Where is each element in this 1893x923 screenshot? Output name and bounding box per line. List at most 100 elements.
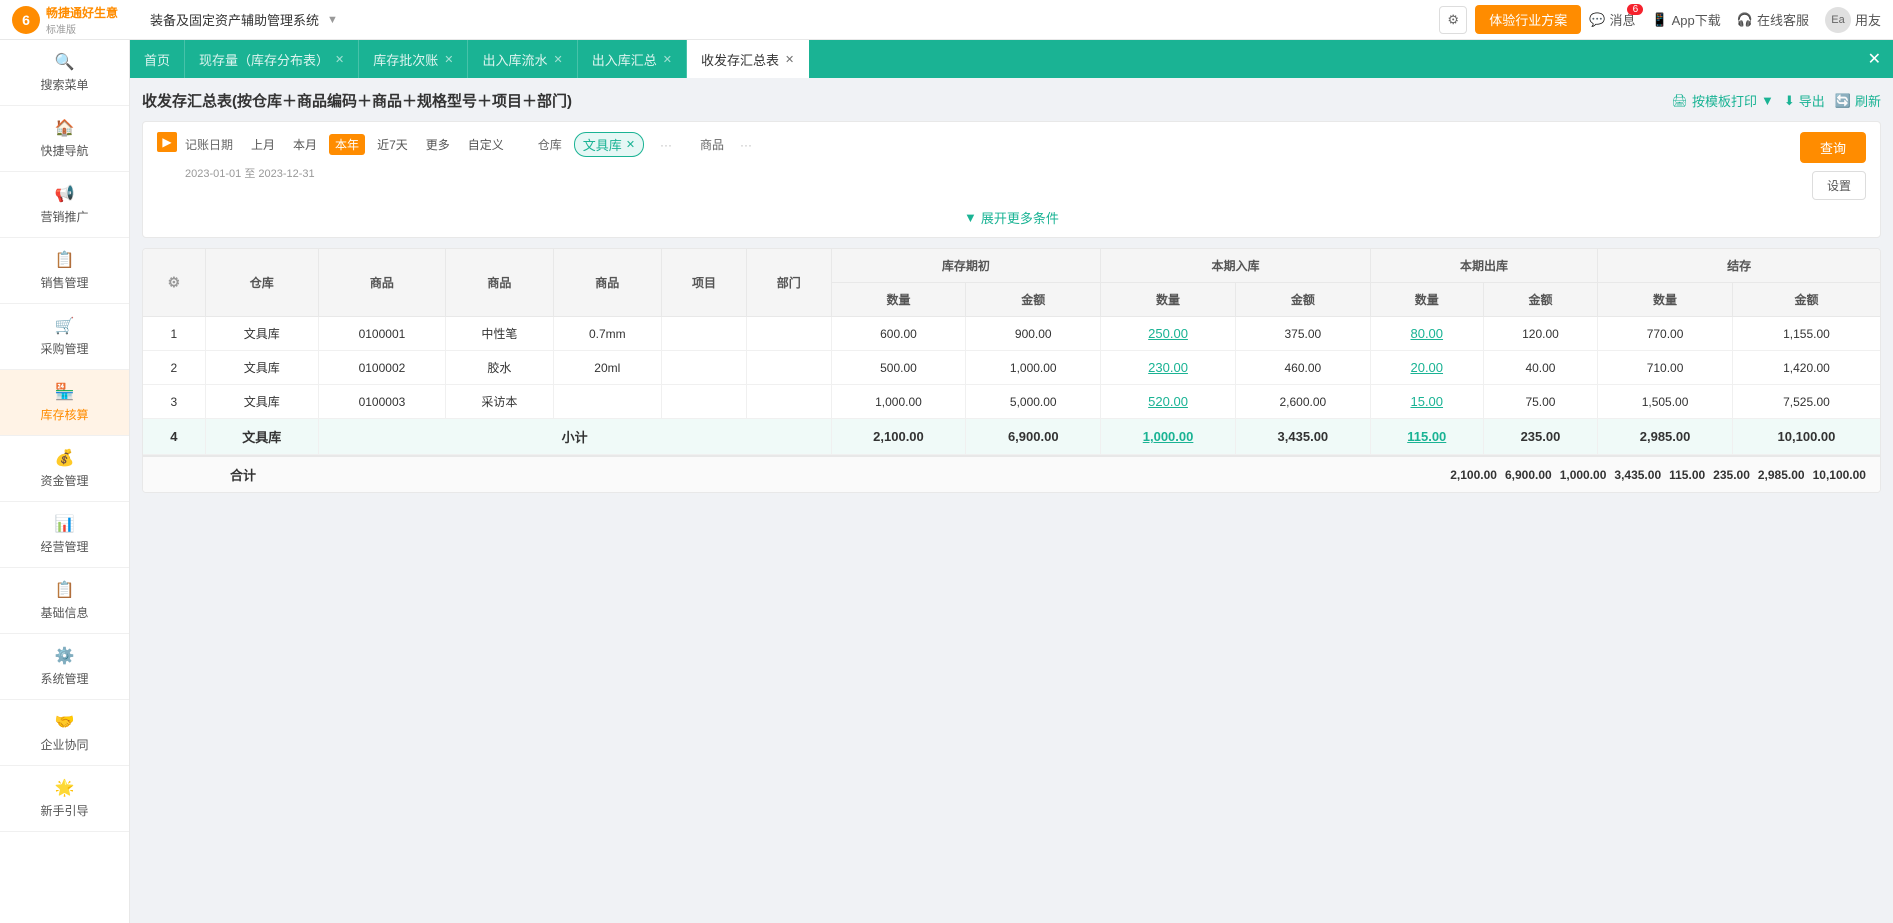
col-goods: 商品: [446, 249, 553, 317]
date-option-7days[interactable]: 近7天: [371, 134, 414, 155]
date-option-custom[interactable]: 自定义: [462, 134, 510, 155]
purchase-icon: 🛒: [55, 316, 75, 336]
in-qty-link[interactable]: 250.00: [1148, 326, 1188, 341]
set-button[interactable]: 设置: [1812, 171, 1866, 200]
sidebar-item-base[interactable]: 📋 基础信息: [0, 568, 129, 634]
in-qty-link[interactable]: 230.00: [1148, 360, 1188, 375]
app-download-button[interactable]: 📱 App下载: [1651, 10, 1720, 29]
total-open-amt: 6,900.00: [1501, 468, 1556, 482]
out-qty-link[interactable]: 80.00: [1410, 326, 1443, 341]
print-button[interactable]: 🖨 按模板打印 ▼: [1671, 91, 1773, 110]
warehouse-tag-close[interactable]: ✕: [626, 138, 635, 151]
total-out-qty: 115.00: [1665, 468, 1709, 482]
cell-in-amt: 460.00: [1235, 351, 1370, 385]
col-dept: 部门: [746, 249, 831, 317]
data-table: ⚙ 仓库 商品 商品 商品 项目 部门 库存期初 本期入库 本期出库: [142, 248, 1881, 493]
filter-section: ▶ 记账日期 上月 本月 本年 近7天 更多 自定义: [157, 132, 1866, 200]
sidebar-item-marketing[interactable]: 📢 营销推广: [0, 172, 129, 238]
table-row: 2 文具库 0100002 胶水 20ml 500.00 1,000.00 23…: [143, 351, 1880, 385]
sidebar-item-label: 库存核算: [40, 406, 88, 423]
sub-no: 4: [143, 419, 205, 455]
out-qty-link[interactable]: 20.00: [1410, 360, 1443, 375]
col-warehouse: 仓库: [205, 249, 318, 317]
message-icon: 💬: [1589, 12, 1605, 28]
sidebar-item-guide[interactable]: 🌟 新手引导: [0, 766, 129, 832]
top-bar: 6 畅捷通好生意 标准版 装备及固定资产辅助管理系统 ▼ ⚙ 体验行业方案 💬 …: [0, 0, 1893, 40]
tab-close-inout-sum[interactable]: ✕: [663, 53, 672, 66]
col-bal-amt: 金额: [1732, 283, 1880, 317]
export-button[interactable]: ⬇ 导出: [1784, 91, 1825, 110]
sidebar-item-enterprise[interactable]: 🤝 企业协同: [0, 700, 129, 766]
col-code: 商品: [318, 249, 445, 317]
out-qty-link[interactable]: 15.00: [1410, 394, 1443, 409]
tab-close-inout-flow[interactable]: ✕: [554, 53, 563, 66]
query-button[interactable]: 查询: [1800, 132, 1866, 163]
date-range: 2023-01-01 至 2023-12-31: [185, 165, 1792, 181]
footer-values: 2,100.00 6,900.00 1,000.00 3,435.00 115.…: [1446, 468, 1870, 482]
tab-batch[interactable]: 库存批次账 ✕: [359, 40, 468, 78]
sidebar-item-warehouse[interactable]: 🏪 库存核算: [0, 370, 129, 436]
sidebar-item-business[interactable]: 📊 经营管理: [0, 502, 129, 568]
guide-icon: 🌟: [55, 778, 75, 798]
date-option-year[interactable]: 本年: [329, 134, 365, 155]
sidebar-item-search[interactable]: 🔍 搜索菜单: [0, 40, 129, 106]
sidebar-item-label: 经营管理: [40, 538, 88, 555]
sidebar-item-finance[interactable]: 💰 资金管理: [0, 436, 129, 502]
goods-more[interactable]: ···: [740, 138, 752, 152]
sidebar-item-sales[interactable]: 📋 销售管理: [0, 238, 129, 304]
tab-recv-send[interactable]: 收发存汇总表 ✕: [687, 40, 809, 78]
col-group-open: 库存期初: [831, 249, 1101, 283]
date-option-more[interactable]: 更多: [420, 134, 456, 155]
online-service-button[interactable]: 🎧 在线客服: [1737, 10, 1809, 29]
cell-out-amt: 40.00: [1483, 351, 1597, 385]
expand-button[interactable]: ▼ 展开更多条件: [964, 208, 1059, 227]
trial-button[interactable]: 体验行业方案: [1475, 5, 1581, 34]
business-icon: 📊: [55, 514, 75, 534]
sales-icon: 📋: [55, 250, 75, 270]
tab-stock-dist[interactable]: 现存量（库存分布表） ✕: [185, 40, 359, 78]
user-menu[interactable]: Ea 用友: [1825, 7, 1881, 33]
settings-button[interactable]: ⚙: [1439, 6, 1467, 34]
date-options: 上月 本月 本年 近7天 更多 自定义: [245, 134, 510, 155]
collapse-arrow[interactable]: ▶: [157, 132, 177, 152]
sub-warehouse: 文具库: [205, 419, 318, 455]
date-option-prev[interactable]: 上月: [245, 134, 281, 155]
cell-code: 0100003: [318, 385, 445, 419]
print-icon: 🖨: [1671, 93, 1688, 109]
col-gear: ⚙: [143, 249, 205, 317]
cell-open-qty: 600.00: [831, 317, 966, 351]
base-icon: 📋: [55, 580, 75, 600]
system-title: 装备及固定资产辅助管理系统 ▼: [150, 10, 1431, 29]
enterprise-icon: 🤝: [55, 712, 75, 732]
sidebar-item-label: 营销推广: [40, 208, 88, 225]
cell-warehouse: 文具库: [205, 385, 318, 419]
in-qty-link[interactable]: 520.00: [1148, 394, 1188, 409]
system-dropdown-icon[interactable]: ▼: [327, 14, 338, 26]
tab-close-recv-send[interactable]: ✕: [785, 53, 794, 66]
table-settings-icon[interactable]: ⚙: [168, 274, 181, 290]
goods-label: 商品: [700, 136, 724, 153]
tab-home[interactable]: 首页: [130, 40, 185, 78]
cell-bal-amt: 1,155.00: [1732, 317, 1880, 351]
sidebar-item-purchase[interactable]: 🛒 采购管理: [0, 304, 129, 370]
tab-close-batch[interactable]: ✕: [444, 53, 453, 66]
sub-bal-amt: 10,100.00: [1732, 419, 1880, 455]
table-scroll: ⚙ 仓库 商品 商品 商品 项目 部门 库存期初 本期入库 本期出库: [143, 249, 1880, 455]
sidebar-item-system[interactable]: ⚙️ 系统管理: [0, 634, 129, 700]
cell-open-qty: 500.00: [831, 351, 966, 385]
sub-out-qty-link[interactable]: 115.00: [1407, 429, 1446, 444]
tab-inout-flow[interactable]: 出入库流水 ✕: [468, 40, 577, 78]
tabs-close-all-button[interactable]: ✕: [1856, 49, 1893, 69]
messages-button[interactable]: 💬 消息 6: [1589, 10, 1635, 29]
refresh-button[interactable]: 🔄 刷新: [1835, 91, 1881, 110]
warehouse-more[interactable]: ···: [660, 138, 672, 152]
sub-in-qty-link[interactable]: 1,000.00: [1143, 429, 1194, 444]
col-out-amt: 金额: [1483, 283, 1597, 317]
message-badge: 6: [1627, 4, 1643, 15]
sub-in-amt: 3,435.00: [1235, 419, 1370, 455]
tab-close-stock-dist[interactable]: ✕: [335, 53, 344, 66]
date-option-curr[interactable]: 本月: [287, 134, 323, 155]
tab-inout-sum[interactable]: 出入库汇总 ✕: [578, 40, 687, 78]
sidebar-item-quick[interactable]: 🏠 快捷导航: [0, 106, 129, 172]
cell-dept: [746, 317, 831, 351]
